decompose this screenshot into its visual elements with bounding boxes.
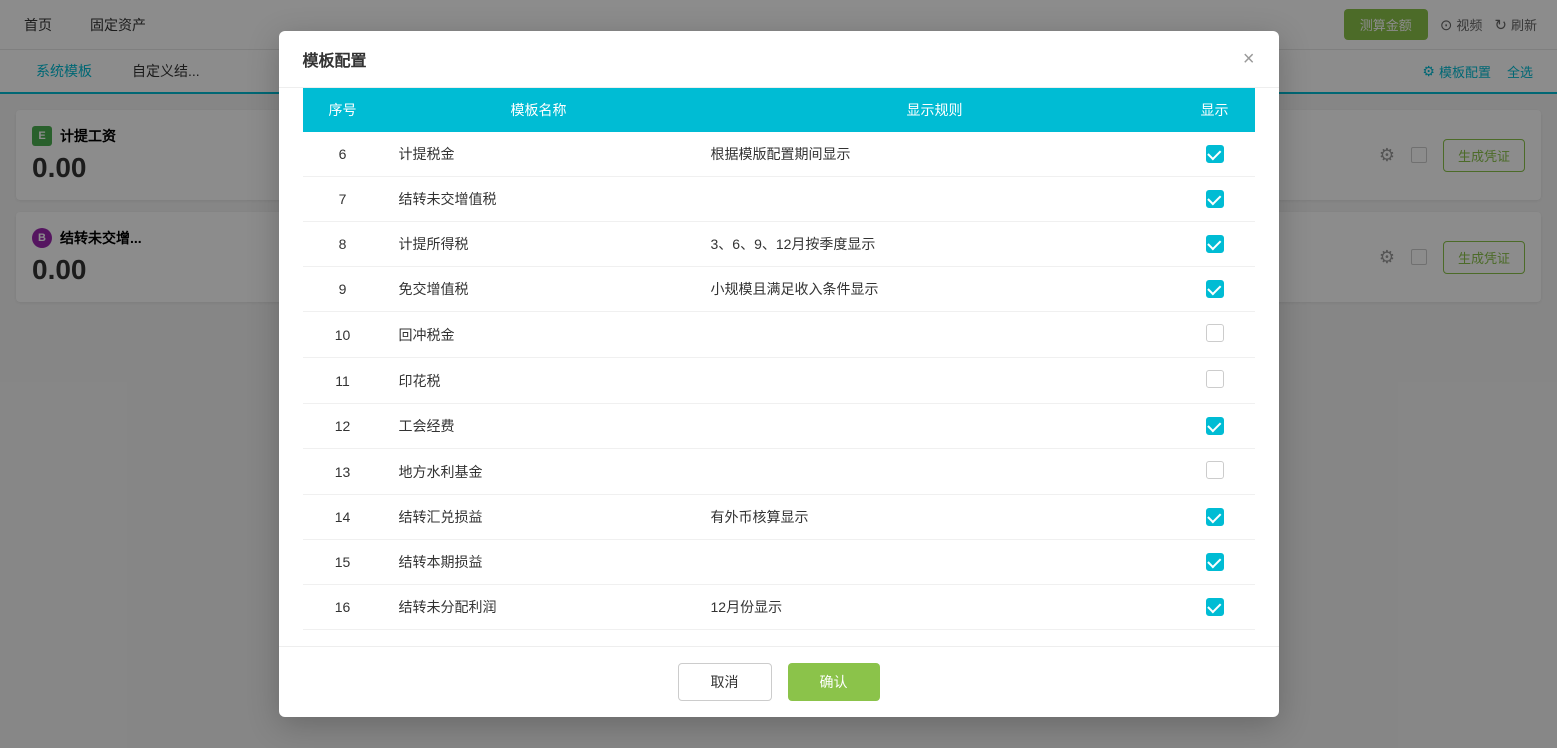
table-row: 14结转汇兑损益有外币核算显示	[303, 495, 1255, 540]
table-row: 7结转未交增值税	[303, 177, 1255, 222]
table-row: 8计提所得税3、6、9、12月按季度显示	[303, 222, 1255, 267]
row-checkbox[interactable]	[1206, 417, 1224, 435]
col-index: 序号	[303, 88, 383, 132]
row-checkbox[interactable]	[1206, 370, 1224, 388]
table-row: 12工会经费	[303, 404, 1255, 449]
modal-footer: 取消 确认	[279, 646, 1279, 717]
row-rule: 3、6、9、12月按季度显示	[695, 222, 1175, 267]
table-row: 16结转未分配利润12月份显示	[303, 585, 1255, 630]
modal-close-button[interactable]: ×	[1243, 49, 1255, 69]
row-index: 7	[303, 177, 383, 222]
row-display	[1175, 495, 1255, 540]
table-body: 6计提税金根据模版配置期间显示7结转未交增值税8计提所得税3、6、9、12月按季…	[303, 132, 1255, 630]
row-checkbox[interactable]	[1206, 235, 1224, 253]
row-name: 结转未交增值税	[383, 177, 695, 222]
row-checkbox[interactable]	[1206, 553, 1224, 571]
row-index: 10	[303, 312, 383, 358]
row-display	[1175, 404, 1255, 449]
row-name: 结转汇兑损益	[383, 495, 695, 540]
row-checkbox[interactable]	[1206, 190, 1224, 208]
config-table: 序号 模板名称 显示规则 显示 6计提税金根据模版配置期间显示7结转未交增值税8…	[303, 88, 1255, 630]
row-display	[1175, 585, 1255, 630]
col-rule: 显示规则	[695, 88, 1175, 132]
row-name: 计提税金	[383, 132, 695, 177]
table-header: 序号 模板名称 显示规则 显示	[303, 88, 1255, 132]
modal-title: 模板配置	[303, 47, 367, 71]
table-row: 15结转本期损益	[303, 540, 1255, 585]
row-display	[1175, 540, 1255, 585]
row-name: 结转未分配利润	[383, 585, 695, 630]
table-row: 13地方水利基金	[303, 449, 1255, 495]
row-rule	[695, 449, 1175, 495]
row-display	[1175, 358, 1255, 404]
row-name: 回冲税金	[383, 312, 695, 358]
row-index: 15	[303, 540, 383, 585]
row-display	[1175, 267, 1255, 312]
cancel-button[interactable]: 取消	[678, 663, 772, 701]
confirm-button[interactable]: 确认	[788, 663, 880, 701]
row-rule: 小规模且满足收入条件显示	[695, 267, 1175, 312]
row-name: 计提所得税	[383, 222, 695, 267]
col-name: 模板名称	[383, 88, 695, 132]
row-rule: 根据模版配置期间显示	[695, 132, 1175, 177]
row-checkbox[interactable]	[1206, 280, 1224, 298]
modal-template-config: 模板配置 × 序号 模板名称 显示规则 显示 6计提税金根据模版配置期间显示7结…	[279, 31, 1279, 717]
modal-overlay[interactable]: 模板配置 × 序号 模板名称 显示规则 显示 6计提税金根据模版配置期间显示7结…	[0, 0, 1557, 748]
table-row: 11印花税	[303, 358, 1255, 404]
row-rule: 有外币核算显示	[695, 495, 1175, 540]
row-rule: 12月份显示	[695, 585, 1175, 630]
modal-body: 序号 模板名称 显示规则 显示 6计提税金根据模版配置期间显示7结转未交增值税8…	[279, 88, 1279, 646]
row-index: 8	[303, 222, 383, 267]
row-display	[1175, 222, 1255, 267]
modal-header: 模板配置 ×	[279, 31, 1279, 88]
row-name: 印花税	[383, 358, 695, 404]
row-index: 11	[303, 358, 383, 404]
row-rule	[695, 177, 1175, 222]
row-display	[1175, 132, 1255, 177]
row-checkbox[interactable]	[1206, 145, 1224, 163]
row-checkbox[interactable]	[1206, 598, 1224, 616]
row-rule	[695, 540, 1175, 585]
row-name: 工会经费	[383, 404, 695, 449]
row-checkbox[interactable]	[1206, 461, 1224, 479]
table-row: 10回冲税金	[303, 312, 1255, 358]
row-index: 16	[303, 585, 383, 630]
row-rule	[695, 404, 1175, 449]
row-index: 6	[303, 132, 383, 177]
table-row: 9免交增值税小规模且满足收入条件显示	[303, 267, 1255, 312]
row-checkbox[interactable]	[1206, 324, 1224, 342]
row-name: 结转本期损益	[383, 540, 695, 585]
table-row: 6计提税金根据模版配置期间显示	[303, 132, 1255, 177]
row-name: 地方水利基金	[383, 449, 695, 495]
row-display	[1175, 177, 1255, 222]
row-index: 13	[303, 449, 383, 495]
row-rule	[695, 312, 1175, 358]
row-name: 免交增值税	[383, 267, 695, 312]
row-index: 9	[303, 267, 383, 312]
col-display: 显示	[1175, 88, 1255, 132]
row-checkbox[interactable]	[1206, 508, 1224, 526]
row-display	[1175, 449, 1255, 495]
row-display	[1175, 312, 1255, 358]
row-index: 14	[303, 495, 383, 540]
row-rule	[695, 358, 1175, 404]
row-index: 12	[303, 404, 383, 449]
